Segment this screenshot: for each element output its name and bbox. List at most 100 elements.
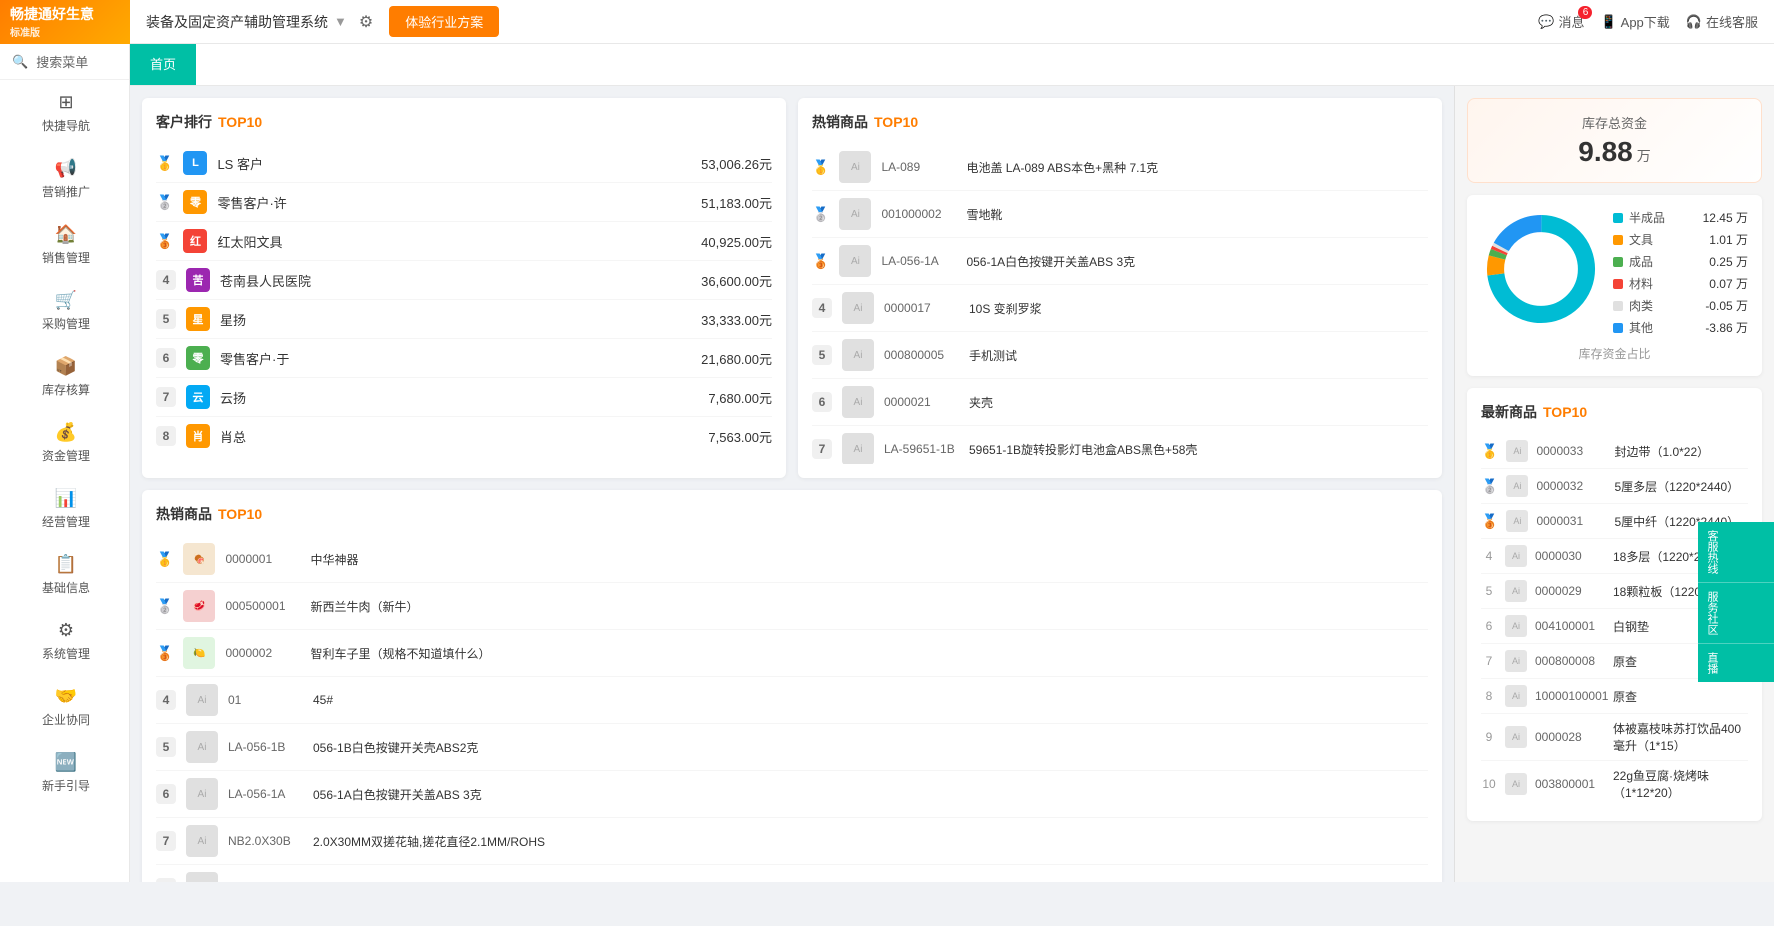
search-menu[interactable]: 🔍 搜索菜单 [0,44,129,80]
search-icon: 🔍 [12,54,28,70]
app-download-btn[interactable]: 📱 App下载 [1600,12,1669,31]
purchase-icon: 🛒 [55,290,77,311]
medal-icon: 🥈 [156,194,173,211]
rank-number: 5 [156,737,176,757]
rank-number: 8 [156,426,176,446]
product-img: 🍋 [183,637,215,669]
hot-top10-bottom-label: TOP10 [218,506,262,522]
product-name: 45# [313,693,1428,707]
sidebar: 🔍 搜索菜单 ⊞ 快捷导航 📢 营销推广 🏠 销售管理 🛒 采购管理 📦 库存核… [0,44,130,882]
topbar-right: 💬 消息 6 📱 App下载 🎧 在线客服 [1538,12,1758,31]
guide-icon: 🆕 [55,752,77,773]
sidebar-item-quick-nav[interactable]: ⊞ 快捷导航 [0,80,129,146]
hot-products-bottom-title: 热销商品 TOP10 [156,504,1428,524]
customer-ranking-label: 客户排行 [156,112,212,132]
np-name: 22g鱼豆腐·烧烤味（1*12*20） [1613,767,1748,801]
customer-ranking-title: 客户排行 TOP10 [156,112,772,132]
np-img: Ai [1505,615,1527,637]
float-btn-live[interactable]: 直播 [1698,644,1774,682]
medal-icon: 🥇 [1481,443,1498,460]
np-code: 0000029 [1535,584,1605,598]
product-code: 0000021 [884,395,959,409]
chart-section: 半成品 12.45 万 文具 1.01 万 成品 0 [1481,209,1748,341]
sidebar-item-cooperation[interactable]: 🤝 企业协同 [0,674,129,740]
legend-item: 文具 1.01 万 [1613,231,1748,248]
sidebar-item-inventory[interactable]: 📦 库存核算 [0,344,129,410]
rank-name: 星扬 [220,310,691,329]
chart-footer: 库存资金占比 [1481,345,1748,362]
layout: 🔍 搜索菜单 ⊞ 快捷导航 📢 营销推广 🏠 销售管理 🛒 采购管理 📦 库存核… [0,44,1774,882]
sidebar-item-system[interactable]: ⚙ 系统管理 [0,608,129,674]
product-img: Ai [839,245,871,277]
message-btn[interactable]: 💬 消息 6 [1538,12,1584,31]
legend-name: 其他 [1629,319,1699,336]
np-name: 5厘多层（1220*2440） [1614,478,1748,495]
marketing-icon: 📢 [55,158,77,179]
sidebar-item-label: 新手引导 [42,777,90,794]
trial-button[interactable]: 体验行业方案 [389,6,499,37]
rank-amount: 7,680.00元 [708,388,772,407]
product-img: Ai [839,151,871,183]
rank-amount: 7,563.00元 [708,427,772,446]
avatar: 云 [186,385,210,409]
rank-item: 🥉 红 红太阳文具 40,925.00元 [156,222,772,261]
message-icon: 💬 [1538,14,1554,30]
sidebar-item-sales[interactable]: 🏠 销售管理 [0,212,129,278]
settings-icon[interactable]: ⚙ [359,12,373,32]
product-name: 新西兰牛肉（新牛） [310,598,1428,615]
cooperation-icon: 🤝 [55,686,77,707]
product-img: Ai [186,825,218,857]
sidebar-item-label: 采购管理 [42,315,90,332]
sales-icon: 🏠 [55,224,77,245]
online-service-btn[interactable]: 🎧 在线客服 [1686,12,1758,31]
product-name: 59651-1B旋转投影灯电池盒ABS黑色+58壳 [969,441,1428,458]
avatar: 红 [183,229,207,253]
float-btn-community[interactable]: 服务社区 [1698,583,1774,644]
topbar-title-area: 装备及固定资产辅助管理系统 ▼ ⚙ 体验行业方案 [146,6,1538,37]
product-name: 10S 变刹罗浆 [969,300,1428,317]
np-code: 004100001 [1535,619,1605,633]
new-product-item: 9 Ai 0000028 体被嘉枝味苏打饮品400毫升（1*15） [1481,714,1748,761]
np-code: 000800008 [1535,654,1605,668]
sidebar-item-label: 营销推广 [42,183,90,200]
legend-item: 肉类 -0.05 万 [1613,297,1748,314]
rank-amount: 36,600.00元 [701,271,772,290]
avatar: L [183,151,207,175]
mobile-icon: 📱 [1600,14,1616,30]
np-img: Ai [1505,726,1527,748]
medal-icon: 🥉 [812,253,829,270]
legend-dot [1613,279,1623,289]
np-img: Ai [1505,685,1527,707]
rank-number: 5 [156,309,176,329]
rank-item: 🥈 零 零售客户·许 51,183.00元 [156,183,772,222]
rank-amount: 40,925.00元 [701,232,772,251]
float-btn-service[interactable]: 客服热线 [1698,522,1774,583]
np-code: 10000100001 [1535,689,1605,703]
product-code: LA-056-1A [228,787,303,801]
right-panel: 库存总资金 9.88 万 [1454,86,1774,882]
sidebar-item-guide[interactable]: 🆕 新手引导 [0,740,129,806]
dropdown-icon[interactable]: ▼ [334,14,347,29]
legend-val: -0.05 万 [1705,297,1748,314]
legend-name: 成品 [1629,253,1703,270]
system-title[interactable]: 装备及固定资产辅助管理系统 [146,12,328,32]
product-item: 7 Ai NB2.0X30B 2.0X30MM双搓花轴,搓花直径2.1MM/RO… [156,818,1428,865]
rank-number: 6 [156,348,176,368]
sidebar-item-purchase[interactable]: 🛒 采购管理 [0,278,129,344]
rank-name: 云扬 [220,388,698,407]
np-code: 0000032 [1536,479,1606,493]
sidebar-item-finance[interactable]: 💰 资金管理 [0,410,129,476]
product-code: LA-056-1A [881,254,956,268]
sidebar-item-marketing[interactable]: 📢 营销推广 [0,146,129,212]
product-img: 🍖 [183,543,215,575]
product-name: 手机测试 [969,347,1428,364]
np-name: 封边带（1.0*22） [1614,443,1748,460]
product-img: Ai [186,778,218,810]
np-img: Ai [1505,773,1527,795]
sidebar-item-basic[interactable]: 📋 基础信息 [0,542,129,608]
operation-icon: 📊 [55,488,77,509]
sidebar-item-operation[interactable]: 📊 经营管理 [0,476,129,542]
sidebar-item-label: 销售管理 [42,249,90,266]
product-img: Ai [842,433,874,464]
tab-home[interactable]: 首页 [130,44,196,85]
